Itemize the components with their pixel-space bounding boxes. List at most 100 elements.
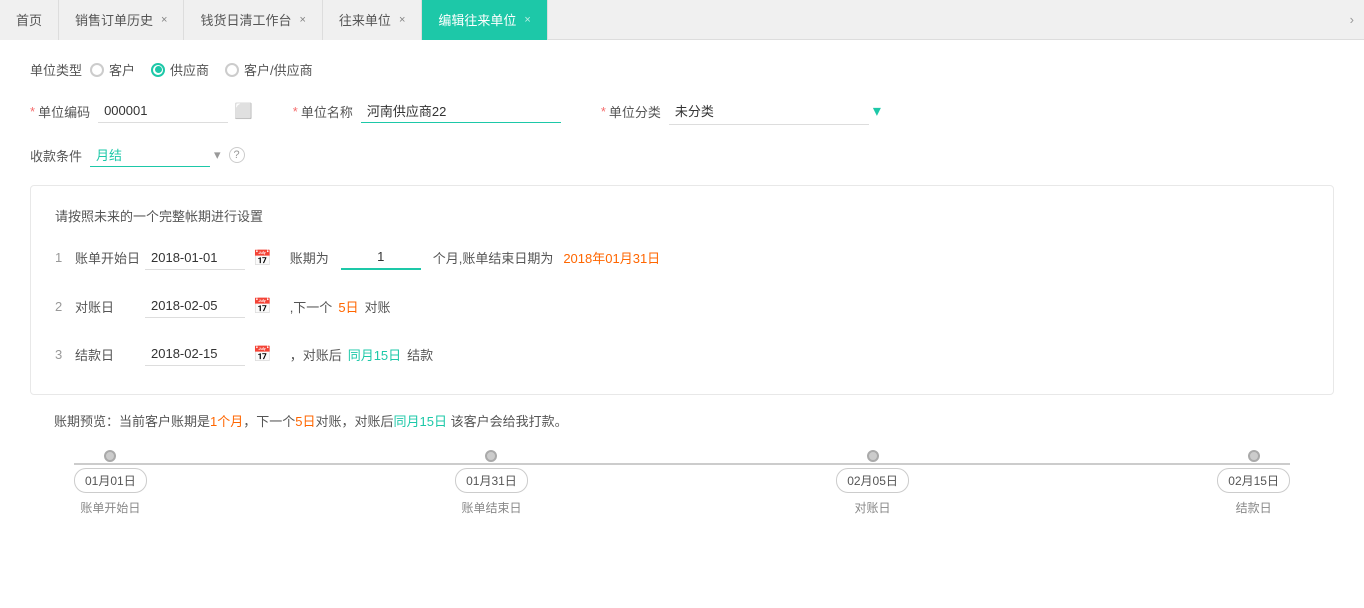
payment-condition-dropdown: ▾ — [90, 143, 221, 167]
preview-prefix: 账期预览：当前客户账期是 — [54, 414, 210, 429]
tab-cash-work[interactable]: 钱货日清工作台 × — [184, 0, 322, 40]
unit-code-star: * — [30, 104, 35, 119]
unit-classify-label: 单位分类 — [609, 102, 661, 121]
row3-num: 3 — [55, 347, 75, 362]
row2-date-input[interactable] — [145, 294, 245, 318]
tab-sales-history-label: 销售订单历史 — [75, 10, 153, 29]
timeline: 01月01日 账单开始日 01月31日 账单结束日 02月05日 对账日 — [54, 450, 1310, 516]
unit-type-radio-group: 客户 供应商 客户/供应商 — [90, 60, 313, 79]
payment-condition-row: 收款条件 ▾ ? — [30, 143, 1334, 167]
tab-edit-partner-label: 编辑往来单位 — [438, 10, 516, 29]
tab-partner[interactable]: 往来单位 × — [323, 0, 422, 40]
payment-condition-input[interactable] — [90, 143, 210, 167]
radio-both-circle — [225, 63, 239, 77]
timeline-dot-4 — [1248, 450, 1260, 462]
row1-type: 账单开始日 — [75, 248, 145, 267]
close-edit-partner-icon[interactable]: × — [524, 14, 530, 26]
setting-row-3: 3 结款日 📅 ，对账后 同月15日 结款 — [55, 342, 1309, 366]
copy-icon[interactable]: ⬜ — [234, 102, 253, 120]
close-sales-history-icon[interactable]: × — [161, 14, 167, 26]
row3-desc-suffix: 结款 — [407, 345, 433, 364]
unit-type-row: 单位类型 客户 供应商 客户/供应商 — [30, 60, 1334, 79]
unit-classify-star: * — [601, 104, 606, 119]
tab-home-label: 首页 — [16, 10, 42, 29]
preview-highlight2: 5日 — [295, 414, 315, 429]
timeline-label-1: 账单开始日 — [80, 499, 140, 516]
tab-home[interactable]: 首页 — [0, 0, 59, 40]
timeline-dot-3 — [867, 450, 879, 462]
help-icon[interactable]: ? — [229, 147, 245, 163]
row1-period-input[interactable] — [341, 245, 421, 270]
timeline-dot-1 — [104, 450, 116, 462]
setting-row-2: 2 对账日 📅 ,下一个 5日 对账 — [55, 294, 1309, 318]
timeline-node-1: 01月01日 账单开始日 — [74, 450, 147, 516]
preview-middle2: 对账，对账后 — [316, 414, 394, 429]
preview-highlight1: 1个月 — [210, 414, 243, 429]
unit-classify-group: * 单位分类 未分类 ▾ — [601, 97, 881, 125]
chevron-right-icon: › — [1350, 12, 1354, 27]
tab-sales-history[interactable]: 销售订单历史 × — [59, 0, 184, 40]
unit-classify-dropdown-arrow[interactable]: ▾ — [873, 101, 881, 121]
unit-info-row: * 单位编码 ⬜ * 单位名称 * 单位分类 未分类 ▾ — [30, 97, 1334, 125]
row2-num: 2 — [55, 299, 75, 314]
row1-period-suffix: 个月,账单结束日期为 — [433, 248, 554, 267]
tab-partner-label: 往来单位 — [339, 10, 391, 29]
help-question-mark: ? — [233, 149, 239, 161]
unit-name-input[interactable] — [361, 99, 561, 123]
row2-desc-prefix: ,下一个 — [290, 297, 333, 316]
timeline-label-4: 结款日 — [1236, 499, 1272, 516]
timeline-badge-2: 01月31日 — [455, 468, 528, 493]
radio-customer[interactable]: 客户 — [90, 60, 135, 79]
settings-box: 请按照未来的一个完整帐期进行设置 1 账单开始日 📅 账期为 个月,账单结束日期… — [30, 185, 1334, 395]
unit-code-input[interactable] — [98, 99, 228, 123]
tab-cash-work-label: 钱货日清工作台 — [200, 10, 291, 29]
row3-desc-prefix: ，对账后 — [290, 345, 342, 364]
radio-both[interactable]: 客户/供应商 — [225, 60, 313, 79]
row2-desc-highlight: 5日 — [338, 297, 358, 316]
row1-calendar-icon[interactable]: 📅 — [253, 249, 272, 267]
preview-text: 账期预览：当前客户账期是1个月，下一个5日对账，对账后同月15日 该客户会给我打… — [54, 411, 1310, 430]
tab-edit-partner[interactable]: 编辑往来单位 × — [422, 0, 547, 40]
row1-num: 1 — [55, 250, 75, 265]
radio-customer-circle — [90, 63, 104, 77]
row2-desc-suffix: 对账 — [365, 297, 391, 316]
unit-classify-value: 未分类 — [669, 97, 869, 125]
row1-end-date: 2018年01月31日 — [563, 248, 660, 267]
radio-supplier-label: 供应商 — [170, 60, 209, 79]
payment-condition-arrow-icon[interactable]: ▾ — [214, 147, 221, 163]
preview-section: 账期预览：当前客户账期是1个月，下一个5日对账，对账后同月15日 该客户会给我打… — [30, 395, 1334, 532]
setting-row-1: 1 账单开始日 📅 账期为 个月,账单结束日期为 2018年01月31日 — [55, 245, 1309, 270]
unit-code-group: * 单位编码 ⬜ — [30, 99, 253, 123]
timeline-node-4: 02月15日 结款日 — [1217, 450, 1290, 516]
radio-supplier[interactable]: 供应商 — [151, 60, 209, 79]
radio-supplier-circle — [151, 63, 165, 77]
unit-type-label: 单位类型 — [30, 60, 82, 79]
timeline-badge-1: 01月01日 — [74, 468, 147, 493]
row2-type: 对账日 — [75, 297, 145, 316]
radio-both-label: 客户/供应商 — [244, 60, 313, 79]
timeline-node-2: 01月31日 账单结束日 — [455, 450, 528, 516]
unit-code-label: 单位编码 — [38, 102, 90, 121]
main-content: 单位类型 客户 供应商 客户/供应商 * 单位编码 ⬜ * 单位名称 — [0, 40, 1364, 608]
row1-date-input[interactable] — [145, 246, 245, 270]
unit-name-star: * — [293, 104, 298, 119]
timeline-label-3: 对账日 — [855, 499, 891, 516]
row3-type: 结款日 — [75, 345, 145, 364]
settings-title: 请按照未来的一个完整帐期进行设置 — [55, 206, 1309, 225]
close-cash-work-icon[interactable]: × — [299, 14, 305, 26]
row2-calendar-icon[interactable]: 📅 — [253, 297, 272, 315]
close-partner-icon[interactable]: × — [399, 14, 405, 26]
payment-condition-label: 收款条件 — [30, 146, 82, 165]
preview-highlight3: 同月15日 — [394, 414, 447, 429]
timeline-badge-4: 02月15日 — [1217, 468, 1290, 493]
timeline-node-3: 02月05日 对账日 — [836, 450, 909, 516]
unit-name-group: * 单位名称 — [293, 99, 561, 123]
tab-expand-button[interactable]: › — [1340, 0, 1364, 40]
timeline-nodes-row: 01月01日 账单开始日 01月31日 账单结束日 02月05日 对账日 — [74, 450, 1290, 516]
timeline-label-2: 账单结束日 — [461, 499, 521, 516]
row3-date-input[interactable] — [145, 342, 245, 366]
row1-period-prefix: 账期为 — [290, 248, 329, 267]
tab-bar: 首页 销售订单历史 × 钱货日清工作台 × 往来单位 × 编辑往来单位 × › — [0, 0, 1364, 40]
row3-calendar-icon[interactable]: 📅 — [253, 345, 272, 363]
radio-customer-label: 客户 — [109, 60, 135, 79]
